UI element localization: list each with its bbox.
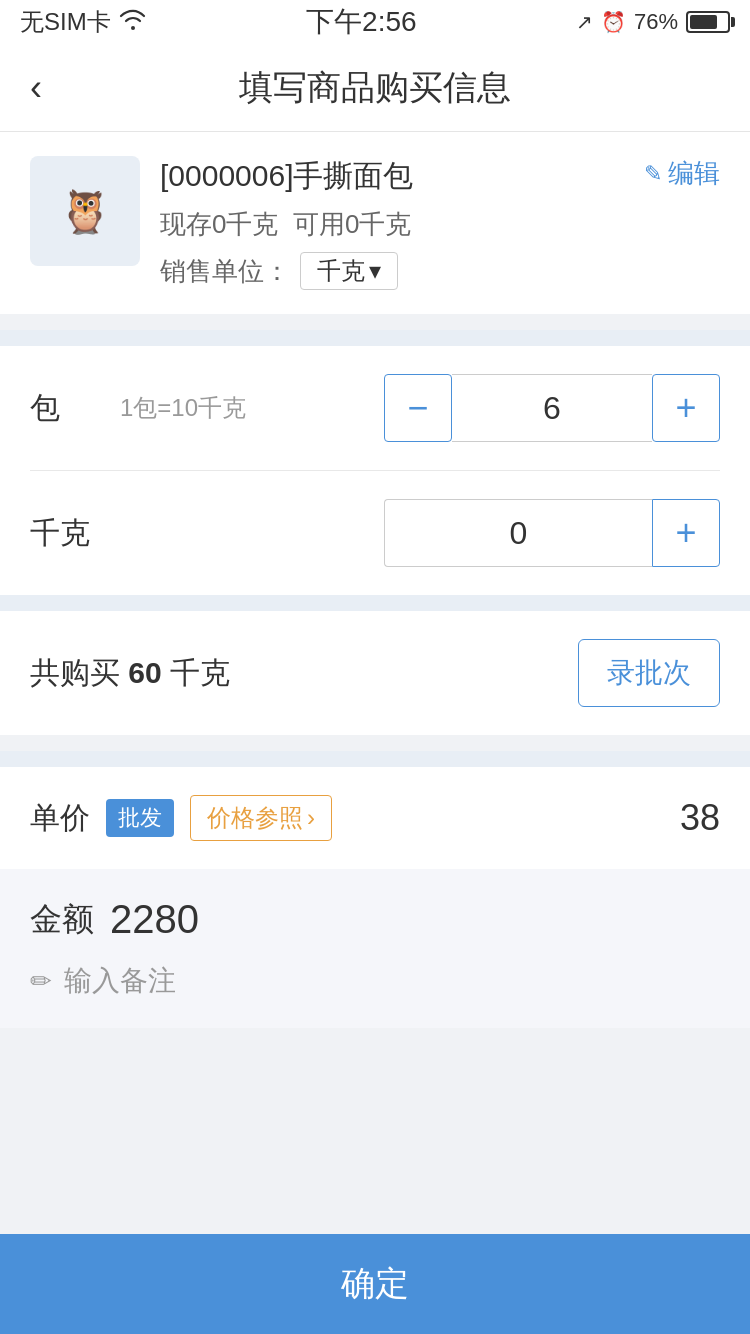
qianke-increment-button[interactable]: +: [652, 499, 720, 567]
product-stock: 现存0千克 可用0千克: [160, 207, 720, 242]
amount-value: 2280: [110, 897, 199, 942]
bao-input[interactable]: [452, 374, 652, 442]
battery-icon: [686, 11, 730, 33]
qianke-input[interactable]: [384, 499, 652, 567]
qianke-controls: +: [384, 499, 720, 567]
product-unit-row: 销售单位： 千克 ▾: [160, 252, 720, 290]
section-divider-2: [0, 595, 750, 611]
carrier-label: 无SIM卡: [20, 6, 111, 38]
amount-row: 金额 2280: [30, 897, 720, 962]
product-logo-icon: 🦉: [59, 187, 111, 236]
confirm-button-label: 确定: [341, 1261, 409, 1307]
bao-decrement-button[interactable]: −: [384, 374, 452, 442]
alarm-icon: ⏰: [601, 10, 626, 34]
bao-controls: − +: [384, 374, 720, 442]
bao-hint: 1包=10千克: [120, 392, 384, 424]
page-title: 填写商品购买信息: [239, 65, 511, 111]
back-button[interactable]: ‹: [30, 67, 90, 109]
total-section: 共购买 60 千克 录批次: [0, 611, 750, 735]
product-thumbnail: 🦉: [30, 156, 140, 266]
status-time: 下午2:56: [306, 3, 417, 41]
price-label: 单价: [30, 798, 90, 839]
battery-percent: 76%: [634, 9, 678, 35]
total-text: 共购买 60 千克: [30, 653, 230, 694]
bao-increment-button[interactable]: +: [652, 374, 720, 442]
chevron-right-icon: ›: [307, 804, 315, 832]
unit-dropdown[interactable]: 千克 ▾: [300, 252, 398, 290]
status-right: ↗ ⏰ 76%: [576, 9, 730, 35]
chevron-down-icon: ▾: [369, 257, 381, 285]
status-bar: 无SIM卡 下午2:56 ↗ ⏰ 76%: [0, 0, 750, 44]
bao-input-row: 包 1包=10千克 − +: [30, 346, 720, 471]
status-left: 无SIM卡: [20, 6, 147, 38]
product-card: 🦉 [0000006]手撕面包 ✎ 编辑 现存0千克 可用0千克 销售单位： 千…: [0, 132, 750, 314]
amount-section: 金额 2280 ✏ 输入备注: [0, 869, 750, 1028]
price-value: 38: [680, 797, 720, 839]
record-batch-button[interactable]: 录批次: [578, 639, 720, 707]
bao-label: 包: [30, 388, 110, 429]
confirm-bar[interactable]: 确定: [0, 1234, 750, 1334]
section-divider-1: [0, 330, 750, 346]
price-section: 单价 批发 价格参照 › 38: [0, 767, 750, 869]
edit-remark-icon: ✏: [30, 966, 52, 997]
qianke-label: 千克: [30, 513, 110, 554]
remark-row[interactable]: ✏ 输入备注: [30, 962, 720, 1028]
product-info: [0000006]手撕面包 ✎ 编辑 现存0千克 可用0千克 销售单位： 千克 …: [160, 156, 720, 290]
edit-icon: ✎: [644, 161, 662, 187]
edit-button[interactable]: ✎ 编辑: [644, 156, 720, 191]
location-icon: ↗: [576, 10, 593, 34]
wifi-icon: [119, 8, 147, 36]
qianke-input-row: 千克 +: [30, 471, 720, 595]
amount-label: 金额: [30, 898, 94, 942]
input-section: 包 1包=10千克 − + 千克 +: [0, 346, 750, 595]
remark-placeholder: 输入备注: [64, 962, 176, 1000]
price-reference-button[interactable]: 价格参照 ›: [190, 795, 332, 841]
price-type-badge: 批发: [106, 799, 174, 837]
product-name: [0000006]手撕面包: [160, 156, 413, 197]
section-divider-3: [0, 751, 750, 767]
nav-bar: ‹ 填写商品购买信息: [0, 44, 750, 132]
